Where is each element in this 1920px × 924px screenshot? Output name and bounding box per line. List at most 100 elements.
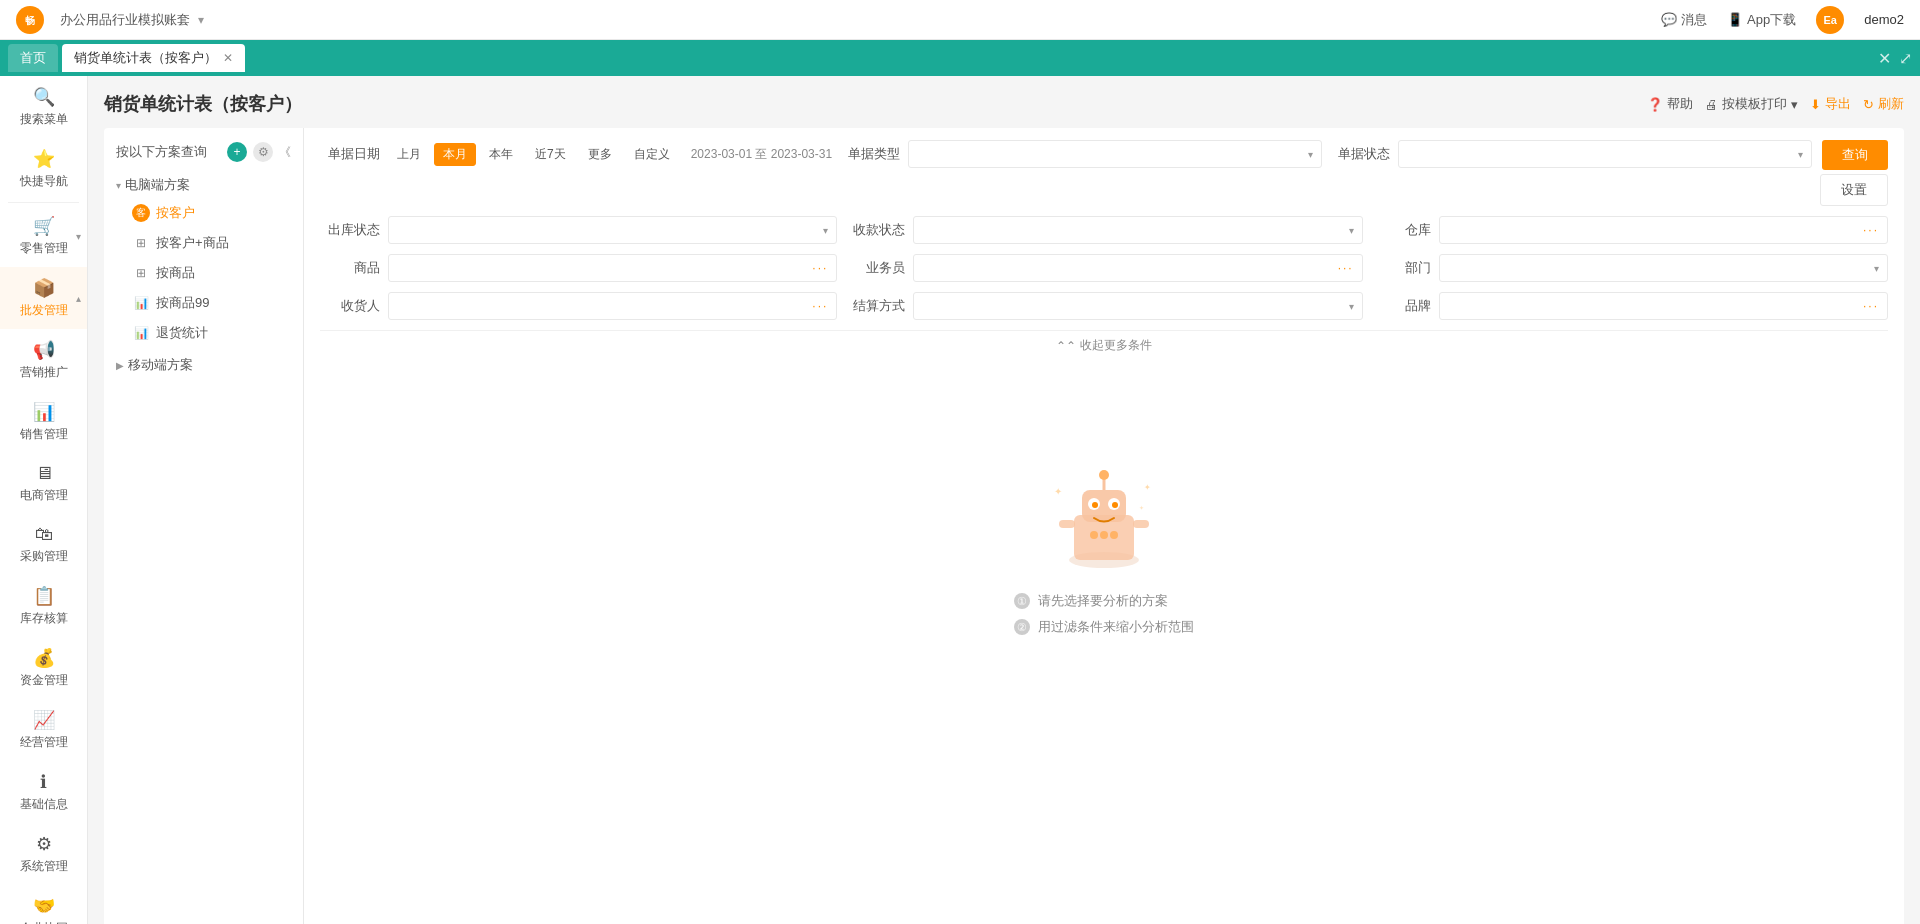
goods-select[interactable]: ··· — [388, 254, 837, 282]
svg-point-15 — [1110, 531, 1118, 539]
doc-status-select[interactable]: ▾ — [1398, 140, 1812, 168]
sales-mgmt-icon: 📊 — [33, 401, 55, 423]
date-btn-this-month[interactable]: 本月 — [434, 143, 476, 166]
tip-num-2: ② — [1014, 619, 1030, 635]
query-button[interactable]: 查询 — [1822, 140, 1888, 170]
goods-dots-icon: ··· — [812, 261, 828, 275]
scheme-settings-button[interactable]: ⚙ — [253, 142, 273, 162]
sidebar-item-search-menu[interactable]: 🔍 搜索菜单 — [0, 76, 87, 138]
export-button[interactable]: ⬇ 导出 — [1810, 95, 1851, 113]
scheme-section-pc-header[interactable]: ▾ 电脑端方案 — [104, 172, 303, 198]
sidebar-item-marketing[interactable]: 📢 营销推广 — [0, 329, 87, 391]
date-options: 上月 本月 本年 近7天 更多 自定义 — [388, 143, 679, 166]
brand-select[interactable]: ··· — [1439, 292, 1888, 320]
sidebar: 🔍 搜索菜单 ⭐ 快捷导航 🛒 零售管理 ▾ 📦 批发管理 ▴ 📢 营销推广 📊… — [0, 76, 88, 924]
date-label: 单据日期 — [320, 145, 380, 163]
department-select[interactable]: ▾ — [1439, 254, 1888, 282]
print-icon: 🖨 — [1705, 97, 1718, 112]
tab-home-label: 首页 — [20, 49, 46, 67]
action-buttons: 查询 设置 — [1820, 140, 1888, 206]
scheme-item-by-customer-goods[interactable]: ⊞ 按客户+商品 — [104, 228, 303, 258]
tab-home[interactable]: 首页 — [8, 44, 58, 72]
page-actions: ❓ 帮助 🖨 按模板打印 ▾ ⬇ 导出 ↻ 刷新 — [1647, 95, 1904, 113]
settings-button[interactable]: 设置 — [1820, 174, 1888, 206]
sidebar-item-enterprise[interactable]: 🤝 企业协同 — [0, 885, 87, 924]
out-status-select[interactable]: ▾ — [388, 216, 837, 244]
sidebar-item-system[interactable]: ⚙ 系统管理 — [0, 823, 87, 885]
collect-status-select[interactable]: ▾ — [913, 216, 1362, 244]
sidebar-item-quick-nav[interactable]: ⭐ 快捷导航 — [0, 138, 87, 200]
sidebar-divider-1 — [8, 202, 79, 203]
sidebar-item-operation[interactable]: 📈 经营管理 — [0, 699, 87, 761]
receiver-select[interactable]: ··· — [388, 292, 837, 320]
collect-status-label: 收款状态 — [845, 221, 905, 239]
collapse-bar[interactable]: ⌃⌃ 收起更多条件 — [320, 330, 1888, 360]
sidebar-item-sales-mgmt[interactable]: 📊 销售管理 — [0, 391, 87, 453]
sidebar-item-finance[interactable]: 💰 资金管理 — [0, 637, 87, 699]
content-area: 销货单统计表（按客户） ❓ 帮助 🖨 按模板打印 ▾ ⬇ 导出 ↻ 刷新 — [88, 76, 1920, 924]
filter-row-2: 商品 ··· 业务员 ··· 部门 ▾ — [320, 254, 1888, 282]
export-icon: ⬇ — [1810, 97, 1821, 112]
date-filter-row: 单据日期 上月 本月 本年 近7天 更多 自定义 2023-03-01 至 20… — [320, 140, 1888, 206]
doc-type-label: 单据类型 — [840, 145, 900, 163]
scheme-item-by-goods[interactable]: ⊞ 按商品 — [104, 258, 303, 288]
payment-select[interactable]: ▾ — [913, 292, 1362, 320]
tab-bar: 首页 销货单统计表（按客户） ✕ ✕ ⤢ — [0, 40, 1920, 76]
empty-state: ✦ ✦ ✦ ① 请先选择要分析的方案 ② 用过滤条件来缩小分析范围 — [320, 360, 1888, 736]
svg-text:✦: ✦ — [1054, 486, 1062, 497]
message-button[interactable]: 💬 消息 — [1661, 11, 1707, 29]
doc-status-dropdown-icon: ▾ — [1798, 149, 1803, 160]
page-title: 销货单统计表（按客户） — [104, 92, 302, 116]
collapse-up-icon: ⌃⌃ — [1056, 339, 1076, 353]
ecommerce-icon: 🖥 — [35, 463, 53, 484]
print-dropdown-icon: ▾ — [1791, 97, 1798, 112]
scheme-section-mobile-header[interactable]: ▶ 移动端方案 — [104, 352, 303, 378]
tab-close-button[interactable]: ✕ — [1878, 49, 1891, 68]
template-print-button[interactable]: 🖨 按模板打印 ▾ — [1705, 95, 1798, 113]
sidebar-item-purchase[interactable]: 🛍 采购管理 — [0, 514, 87, 575]
scheme-item-by-goods99[interactable]: 📊 按商品99 — [104, 288, 303, 318]
date-btn-custom[interactable]: 自定义 — [625, 143, 679, 166]
date-btn-last-month[interactable]: 上月 — [388, 143, 430, 166]
tab-sales-stat[interactable]: 销货单统计表（按客户） ✕ — [62, 44, 245, 72]
refresh-icon: ↻ — [1863, 97, 1874, 112]
app-download-button[interactable]: 📱 App下载 — [1727, 11, 1796, 29]
date-btn-more[interactable]: 更多 — [579, 143, 621, 166]
tab-expand-button[interactable]: ⤢ — [1899, 49, 1912, 68]
avatar[interactable]: Ea — [1816, 6, 1844, 34]
basic-icon: ℹ — [40, 771, 47, 793]
warehouse-select[interactable]: ··· — [1439, 216, 1888, 244]
scheme-item-by-customer[interactable]: 客 按客户 — [104, 198, 303, 228]
scheme-add-button[interactable]: + — [227, 142, 247, 162]
sidebar-item-ecommerce[interactable]: 🖥 电商管理 — [0, 453, 87, 514]
brand-dots-icon: ··· — [1863, 299, 1879, 313]
help-button[interactable]: ❓ 帮助 — [1647, 95, 1693, 113]
pc-section-arrow-icon: ▾ — [116, 180, 121, 191]
department-label: 部门 — [1371, 259, 1431, 277]
by-customer-goods-icon: ⊞ — [132, 234, 150, 252]
date-btn-last7[interactable]: 近7天 — [526, 143, 575, 166]
receiver-dots-icon: ··· — [812, 299, 828, 313]
svg-point-8 — [1112, 502, 1118, 508]
download-icon: 📱 — [1727, 12, 1743, 27]
tab-close-icon[interactable]: ✕ — [223, 51, 233, 65]
app-dropdown-icon[interactable]: ▾ — [198, 13, 204, 27]
svg-rect-12 — [1133, 520, 1149, 528]
finance-icon: 💰 — [33, 647, 55, 669]
sidebar-item-basic[interactable]: ℹ 基础信息 — [0, 761, 87, 823]
svg-text:畅: 畅 — [25, 15, 35, 26]
scheme-collapse-button[interactable]: 《 — [279, 144, 291, 161]
scheme-item-return-stat[interactable]: 📊 退货统计 — [104, 318, 303, 348]
page-title-bar: 销货单统计表（按客户） ❓ 帮助 🖨 按模板打印 ▾ ⬇ 导出 ↻ 刷新 — [104, 92, 1904, 116]
user-name: demo2 — [1864, 12, 1904, 27]
date-btn-this-year[interactable]: 本年 — [480, 143, 522, 166]
salesperson-select[interactable]: ··· — [913, 254, 1362, 282]
sidebar-item-retail[interactable]: 🛒 零售管理 ▾ — [0, 205, 87, 267]
refresh-button[interactable]: ↻ 刷新 — [1863, 95, 1904, 113]
doc-type-select[interactable]: ▾ — [908, 140, 1322, 168]
sidebar-item-wholesale[interactable]: 📦 批发管理 ▴ — [0, 267, 87, 329]
quick-nav-icon: ⭐ — [33, 148, 55, 170]
scheme-panel-title: 按以下方案查询 — [116, 143, 221, 161]
main-content: 按以下方案查询 + ⚙ 《 ▾ 电脑端方案 客 按客户 — [104, 128, 1904, 924]
sidebar-item-inventory[interactable]: 📋 库存核算 — [0, 575, 87, 637]
